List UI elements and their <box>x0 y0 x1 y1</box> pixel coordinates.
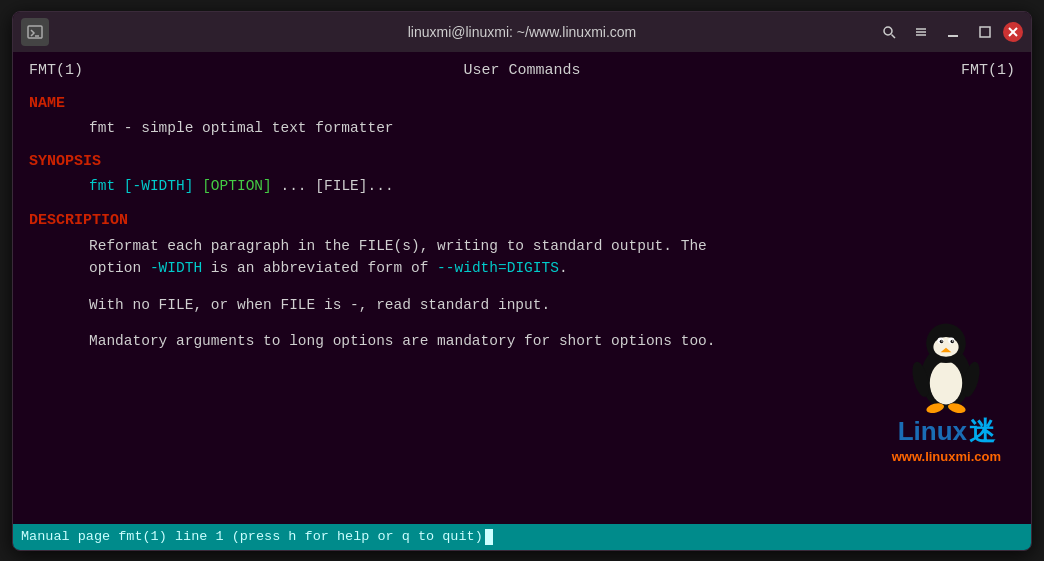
header-left: FMT(1) <box>29 62 83 79</box>
svg-point-12 <box>930 361 962 404</box>
header-center: User Commands <box>463 62 580 79</box>
svg-point-22 <box>926 401 946 414</box>
desc-para-3: Mandatory arguments to long options are … <box>89 330 1015 352</box>
terminal-icon <box>21 18 49 46</box>
menu-button[interactable] <box>907 18 935 46</box>
search-button[interactable] <box>875 18 903 46</box>
synopsis-section-label: SYNOPSIS <box>29 153 1015 170</box>
svg-point-23 <box>947 401 967 414</box>
status-text: Manual page fmt(1) line 1 (press h for h… <box>21 529 483 544</box>
desc-line2-end: . <box>559 260 568 276</box>
window-controls <box>875 18 1023 46</box>
watermark-linux-text: Linux <box>898 416 967 447</box>
synopsis-fmt: fmt <box>89 178 115 194</box>
name-content: fmt - simple optimal text formatter <box>89 118 1015 140</box>
terminal-window: linuxmi@linuxmi: ~/www.linuxmi.com <box>12 11 1032 551</box>
desc-width-digits: --width=DIGITS <box>437 260 559 276</box>
watermark-mi-text: 迷 <box>969 414 995 449</box>
name-section-label: NAME <box>29 95 1015 112</box>
window-title: linuxmi@linuxmi: ~/www.linuxmi.com <box>408 24 637 40</box>
svg-point-2 <box>884 27 892 35</box>
desc-para-2: With no FILE, or when FILE is -, read st… <box>89 294 1015 316</box>
titlebar-left <box>21 18 49 46</box>
description-section-label: DESCRIPTION <box>29 212 1015 229</box>
tux-icon <box>901 314 991 414</box>
terminal-cursor <box>485 529 493 545</box>
desc-line1: Reformat each paragraph in the FILE(s), … <box>89 238 707 254</box>
watermark-brand: Linux 迷 <box>898 414 995 449</box>
desc-line2-mid: is an abbreviated form of <box>202 260 437 276</box>
synopsis-line: fmt [-WIDTH] [OPTION] ... [FILE]... <box>89 176 1015 198</box>
desc-para-1: Reformat each paragraph in the FILE(s), … <box>89 235 1015 280</box>
titlebar: linuxmi@linuxmi: ~/www.linuxmi.com <box>13 12 1031 52</box>
svg-rect-8 <box>980 27 990 37</box>
synopsis-option: [OPTION] <box>202 178 272 194</box>
svg-point-24 <box>910 360 933 399</box>
maximize-button[interactable] <box>971 18 999 46</box>
man-page-header: FMT(1) User Commands FMT(1) <box>29 62 1015 79</box>
svg-point-25 <box>960 360 983 399</box>
terminal-body: FMT(1) User Commands FMT(1) NAME fmt - s… <box>13 52 1031 524</box>
svg-point-11 <box>921 346 971 409</box>
desc-line2-pre: option <box>89 260 150 276</box>
close-button[interactable] <box>1003 22 1023 42</box>
minimize-button[interactable] <box>939 18 967 46</box>
synopsis-width: [-WIDTH] <box>124 178 194 194</box>
status-bar: Manual page fmt(1) line 1 (press h for h… <box>13 524 1031 550</box>
synopsis-rest: ... [FILE]... <box>280 178 393 194</box>
desc-width-opt: -WIDTH <box>150 260 202 276</box>
watermark-url: www.linuxmi.com <box>892 449 1001 464</box>
svg-line-3 <box>892 34 896 38</box>
header-right: FMT(1) <box>961 62 1015 79</box>
